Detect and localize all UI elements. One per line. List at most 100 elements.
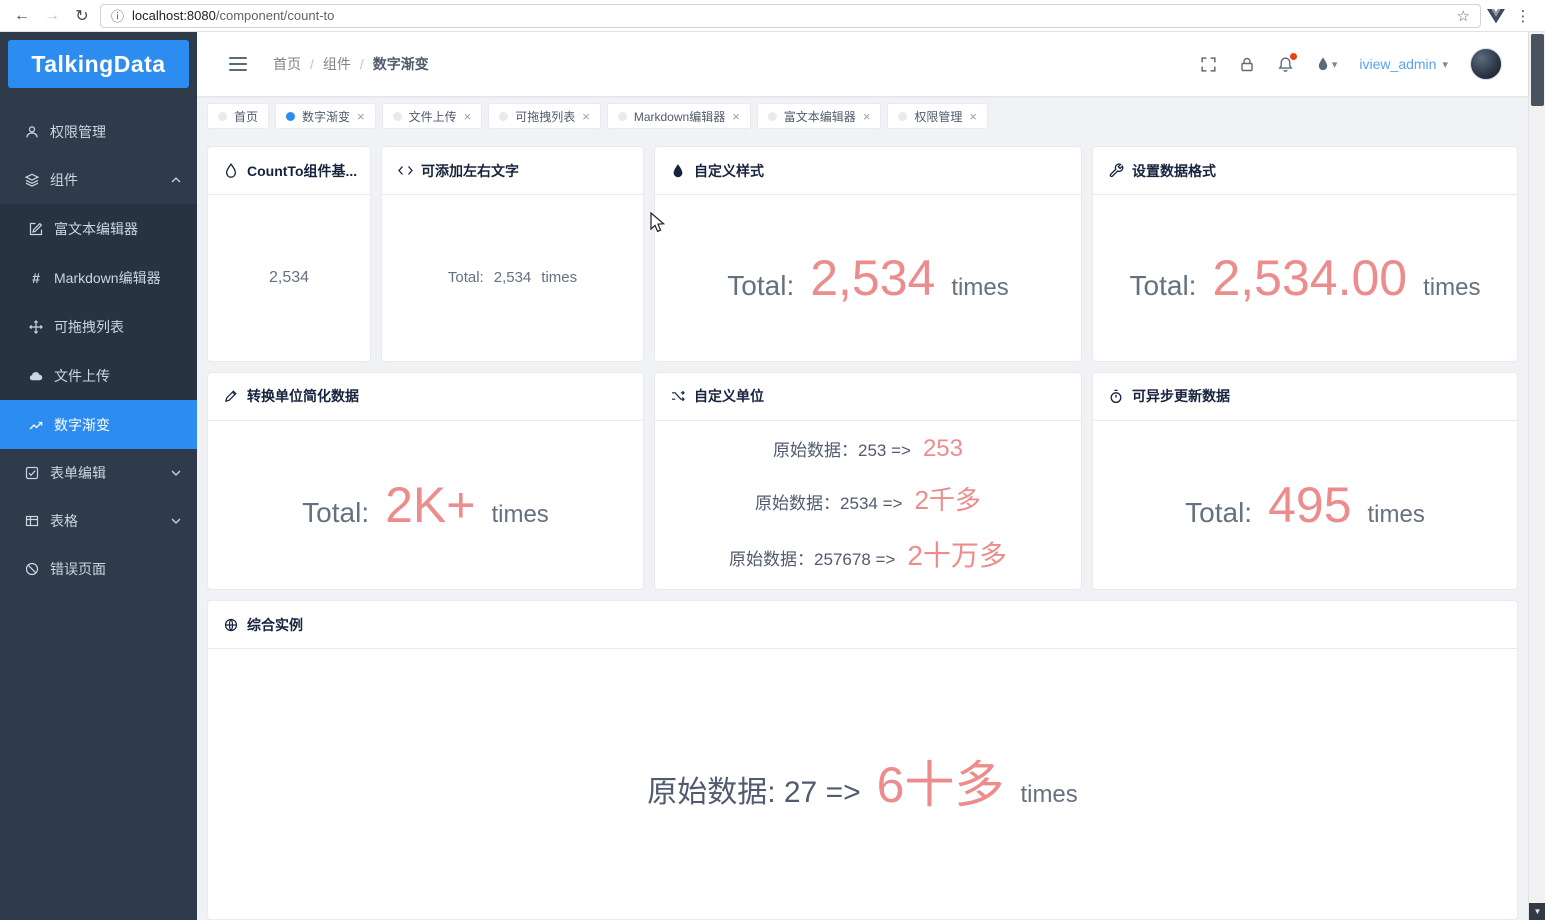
tag-dot-icon <box>617 111 627 121</box>
tag-dot-icon <box>898 111 908 121</box>
app-logo[interactable]: TalkingData <box>8 40 189 88</box>
unit-label: 原始数据：2534 => <box>755 494 903 514</box>
user-dropdown[interactable]: iview_admin ▾ <box>1359 56 1448 72</box>
chevron-down-icon <box>171 518 181 524</box>
page-scrollbar[interactable]: ▼ <box>1528 32 1545 920</box>
caret-down-icon: ▾ <box>1442 58 1448 71</box>
close-icon[interactable]: × <box>582 110 590 123</box>
sidebar-group-table[interactable]: 表格 <box>0 497 197 545</box>
water-drop-icon <box>224 163 239 178</box>
sidebar-item-error-page[interactable]: 错误页面 <box>0 545 197 593</box>
sidebar-item-markdown-editor[interactable]: # Markdown编辑器 <box>0 253 197 302</box>
breadcrumb-components[interactable]: 组件 <box>301 54 351 74</box>
sidebar-item-file-upload[interactable]: 文件上传 <box>0 351 197 400</box>
sidebar-item-draggable-list[interactable]: 可拖拽列表 <box>0 302 197 351</box>
count-line: 原始数据: 27 => 6十多 times <box>647 745 1078 817</box>
close-icon[interactable]: × <box>732 110 740 123</box>
tag-permission[interactable]: 权限管理 × <box>887 103 989 129</box>
avatar[interactable] <box>1470 48 1502 80</box>
notification-bell-icon[interactable] <box>1277 52 1297 73</box>
tag-label: 首页 <box>234 109 259 124</box>
card-title: 转换单位简化数据 <box>247 388 359 405</box>
tag-dot-icon <box>286 111 296 121</box>
username: iview_admin <box>1359 56 1437 72</box>
bookmark-star-icon[interactable]: ☆ <box>1457 7 1470 25</box>
cloud-upload-icon <box>28 368 44 384</box>
lock-icon[interactable] <box>1239 56 1255 73</box>
unit-row: 原始数据：253 => 253 <box>729 435 1007 463</box>
sidebar-group-label: 表格 <box>50 513 78 529</box>
pen-icon <box>224 389 239 404</box>
menu-toggle-button[interactable] <box>229 57 247 71</box>
close-icon[interactable]: × <box>863 110 871 123</box>
count-value: 6十多 <box>876 757 1005 813</box>
count-prefix: Total: <box>1185 496 1253 528</box>
chevron-up-icon <box>171 177 181 183</box>
card-title: 设置数据格式 <box>1132 162 1216 179</box>
sidebar-submenu-components: 富文本编辑器 # Markdown编辑器 可拖拽列表 文件上传 数字渐变 <box>0 204 197 449</box>
unit-value: 2十万多 <box>907 540 1007 572</box>
count-suffix: times <box>541 269 578 287</box>
sidebar-item-rich-editor[interactable]: 富文本编辑器 <box>0 204 197 253</box>
count-suffix: times <box>491 500 549 528</box>
count-prefix: Total: <box>1129 269 1197 301</box>
theme-dropdown[interactable]: ▾ <box>1316 56 1338 72</box>
close-icon[interactable]: × <box>969 110 977 123</box>
sidebar-item-label: Markdown编辑器 <box>54 269 161 286</box>
tag-rich-editor[interactable]: 富文本编辑器 × <box>756 103 882 129</box>
page-content: CountTo组件基... 2,534 可添加左右文字 Total: 2,534… <box>197 136 1528 920</box>
caret-down-icon: ▾ <box>1331 58 1338 71</box>
tag-home[interactable]: 首页 <box>207 103 270 129</box>
sidebar-group-form-edit[interactable]: 表单编辑 <box>0 449 197 497</box>
count-line: Total: 2K+ times <box>302 476 549 534</box>
forward-icon[interactable]: → <box>40 7 64 25</box>
sidebar: TalkingData 权限管理 组件 富文本编辑器 # Markdown编辑器… <box>0 32 197 920</box>
reload-icon[interactable]: ↻ <box>70 6 94 26</box>
tag-dot-icon <box>499 111 509 121</box>
tag-markdown-editor[interactable]: Markdown编辑器 × <box>606 103 751 129</box>
count-line: Total: 2,534 times <box>727 249 1008 307</box>
tag-draggable-list[interactable]: 可拖拽列表 × <box>488 103 601 129</box>
checkbox-icon <box>24 465 40 481</box>
sidebar-group-components[interactable]: 组件 <box>0 156 197 204</box>
card-data-format: 设置数据格式 Total: 2,534.00 times <box>1092 146 1518 362</box>
count-line: Total: 2,534 times <box>448 269 577 286</box>
url-bar[interactable]: ⓘ localhost:8080/component/count-to ☆ <box>100 3 1481 28</box>
count-value: 2,534 <box>493 269 532 287</box>
info-icon[interactable]: ⓘ <box>111 6 124 25</box>
count-value: 495 <box>1268 476 1352 533</box>
count-suffix: times <box>1020 781 1078 808</box>
count-suffix: times <box>951 273 1009 301</box>
count-suffix: times <box>1367 500 1425 528</box>
browser-menu-icon[interactable]: ⋮ <box>1511 7 1535 25</box>
unit-value: 2千多 <box>914 485 981 516</box>
unit-label: 原始数据：253 => <box>772 441 911 461</box>
card-title: CountTo组件基... <box>247 162 358 179</box>
vue-devtools-icon[interactable] <box>1487 8 1505 24</box>
tag-label: 富文本编辑器 <box>783 109 856 124</box>
close-icon[interactable]: × <box>357 110 365 123</box>
error-icon <box>24 561 40 577</box>
main-area: 首页 组件 数字渐变 ▾ i <box>197 32 1545 920</box>
tag-count-to[interactable]: 数字渐变 × <box>275 103 376 129</box>
scrollbar-thumb[interactable] <box>1531 34 1544 106</box>
url-host: localhost:8080 <box>132 8 216 23</box>
back-icon[interactable]: ← <box>10 7 34 25</box>
card-custom-style: 自定义样式 Total: 2,534 times <box>654 146 1082 362</box>
scrollbar-down-arrow[interactable]: ▼ <box>1529 903 1545 920</box>
url-text: localhost:8080/component/count-to <box>132 8 334 23</box>
card-title: 综合实例 <box>247 616 303 633</box>
fullscreen-icon[interactable] <box>1200 56 1217 73</box>
tag-label: 可拖拽列表 <box>515 109 576 124</box>
sidebar-item-count-to[interactable]: 数字渐变 <box>0 400 197 449</box>
table-icon <box>24 513 40 529</box>
tag-label: Markdown编辑器 <box>633 109 726 124</box>
sidebar-item-permission[interactable]: 权限管理 <box>0 108 197 156</box>
sidebar-group-label: 组件 <box>50 172 78 188</box>
tag-dot-icon <box>767 111 777 121</box>
card-title: 可异步更新数据 <box>1132 388 1230 405</box>
breadcrumb-home[interactable]: 首页 <box>273 54 301 74</box>
close-icon[interactable]: × <box>464 110 472 123</box>
sidebar-group-label: 表单编辑 <box>50 465 106 481</box>
tag-file-upload[interactable]: 文件上传 × <box>381 103 483 129</box>
